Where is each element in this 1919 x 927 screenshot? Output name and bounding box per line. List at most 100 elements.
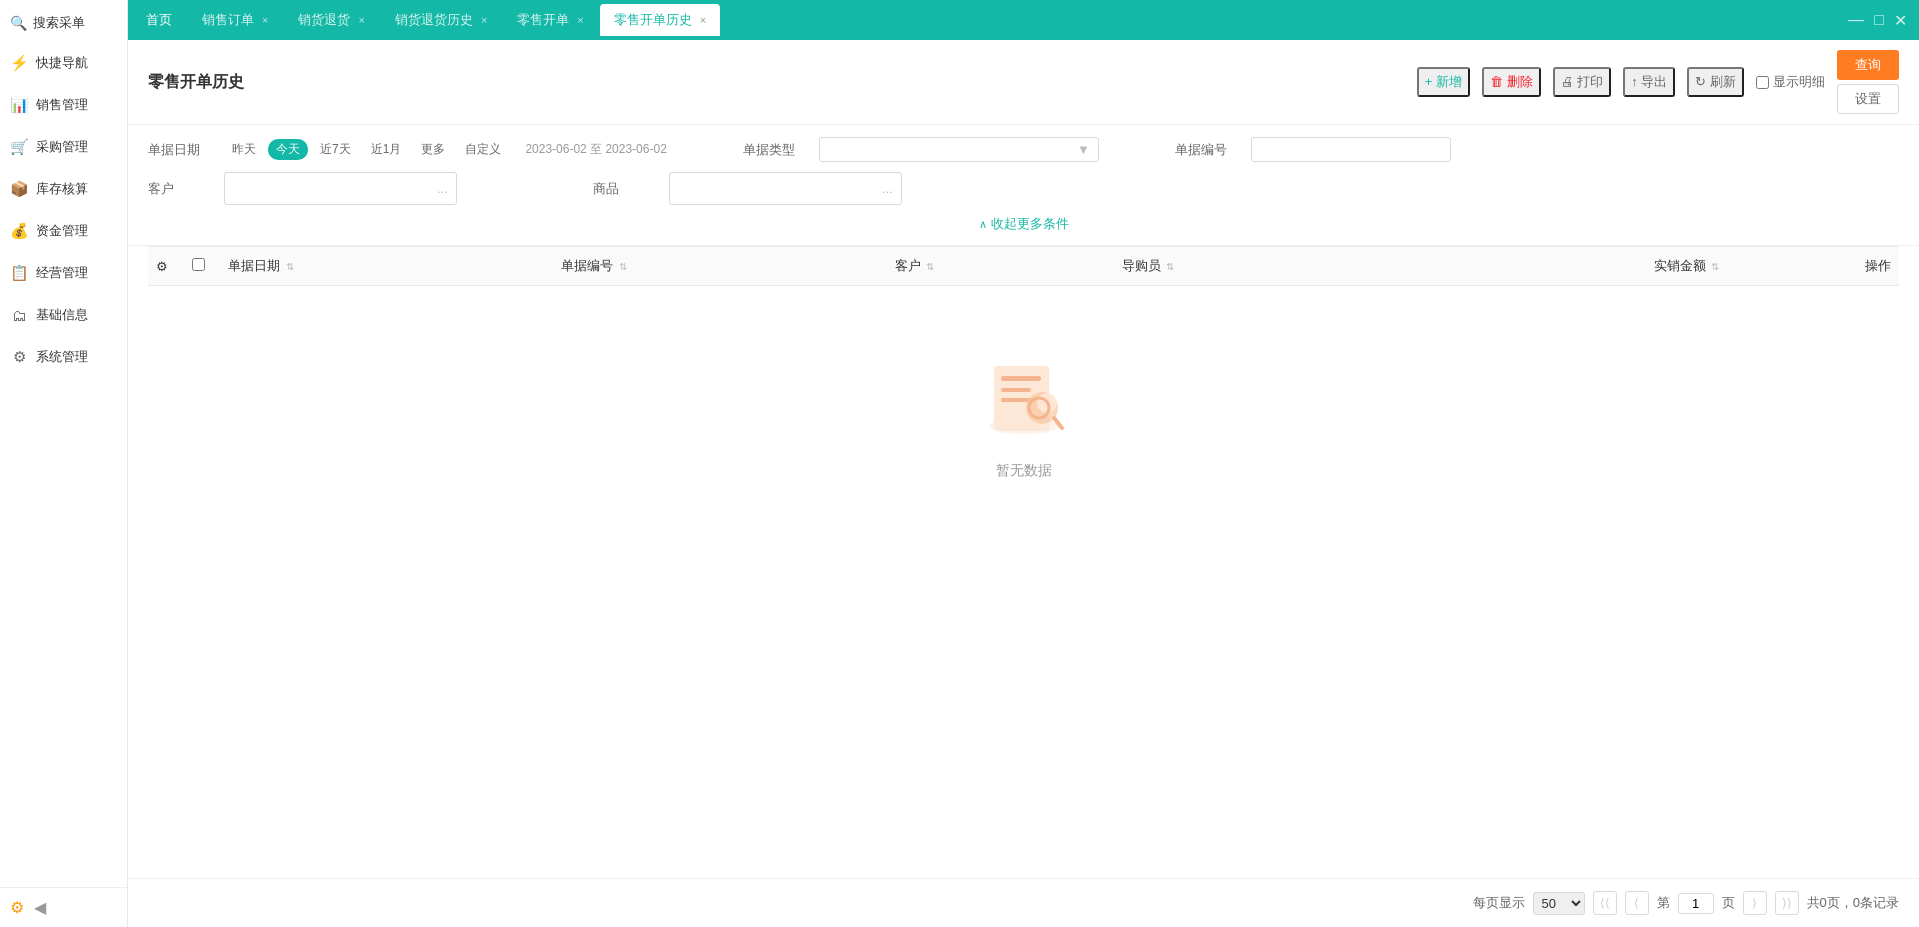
svg-rect-3 [1001, 388, 1031, 392]
customer-dots[interactable]: ... [437, 181, 448, 196]
sidebar-item-inventory[interactable]: 📦 库存核算 [0, 168, 127, 210]
settings-button[interactable]: 设置 [1837, 84, 1899, 114]
date-btn-today[interactable]: 今天 [268, 139, 308, 160]
last-page-btn[interactable]: ⟩⟩ [1775, 891, 1799, 915]
pagination: 每页显示 50 20 100 ⟨⟨ ⟨ 第 页 ⟩ ⟩⟩ 共0页，0条记录 [128, 878, 1919, 927]
date-btn-7days[interactable]: 近7天 [312, 139, 359, 160]
product-input[interactable] [678, 177, 878, 200]
col-ops: 操作 [1727, 247, 1899, 286]
doc-type-label: 单据类型 [743, 141, 803, 159]
tab-sales-order[interactable]: 销售订单 × [188, 4, 282, 36]
sort-date-icon: ⇅ [286, 261, 294, 272]
minimize-btn[interactable]: — [1848, 11, 1864, 29]
tab-retail-history-close[interactable]: × [700, 14, 706, 26]
basic-info-icon: 🗂 [10, 307, 28, 324]
tab-sales-order-label: 销售订单 [202, 11, 254, 29]
table-area: ⚙ 单据日期 ⇅ 单据编号 ⇅ 客户 [128, 246, 1919, 878]
table-check-col[interactable] [184, 247, 220, 286]
customer-input[interactable] [233, 177, 433, 200]
sidebar-item-sys-mgmt[interactable]: ⚙ 系统管理 [0, 336, 127, 378]
collapse-label: 收起更多条件 [991, 215, 1069, 233]
doc-no-label: 单据编号 [1175, 141, 1235, 159]
filter-area: 单据日期 昨天 今天 近7天 近1月 更多 自定义 2023-06-02 至 2… [128, 125, 1919, 246]
doc-type-select[interactable]: ▼ [819, 137, 1099, 162]
content-area: 零售开单历史 + 新增 🗑 删除 🖨 打印 ↑ 导出 ↻ 刷新 显示明细 查询 … [128, 40, 1919, 927]
first-page-btn[interactable]: ⟨⟨ [1593, 891, 1617, 915]
sidebar-item-label: 基础信息 [36, 306, 88, 324]
sales-mgmt-icon: 📊 [10, 96, 28, 114]
tabbar: 首页 销售订单 × 销货退货 × 销货退货历史 × 零售开单 × 零售开单历史 … [128, 0, 1919, 40]
page-input[interactable] [1678, 893, 1714, 914]
page-header: 零售开单历史 + 新增 🗑 删除 🖨 打印 ↑ 导出 ↻ 刷新 显示明细 查询 … [128, 40, 1919, 125]
export-button[interactable]: ↑ 导出 [1623, 67, 1675, 97]
tab-sales-order-close[interactable]: × [262, 14, 268, 26]
tab-retail-history-label: 零售开单历史 [614, 11, 692, 29]
empty-icon [974, 346, 1074, 446]
date-label: 单据日期 [148, 141, 208, 159]
date-btn-more[interactable]: 更多 [413, 139, 453, 160]
toolbar: + 新增 🗑 删除 🖨 打印 ↑ 导出 ↻ 刷新 显示明细 查询 设置 [1417, 50, 1899, 114]
show-detail-checkbox[interactable]: 显示明细 [1756, 73, 1825, 91]
sort-customer-icon: ⇅ [926, 261, 934, 272]
search-menu-item[interactable]: 🔍 搜索采单 [0, 0, 127, 42]
settings-icon[interactable]: ⚙ [10, 898, 24, 917]
sidebar-item-basic-info[interactable]: 🗂 基础信息 [0, 294, 127, 336]
collapse-more[interactable]: ∧ 收起更多条件 [148, 215, 1899, 233]
tab-retail-history[interactable]: 零售开单历史 × [600, 4, 720, 36]
collapse-arrow-icon: ∧ [979, 218, 987, 231]
tab-sales-return-history-close[interactable]: × [481, 14, 487, 26]
tab-sales-return-history[interactable]: 销货退货历史 × [381, 4, 501, 36]
col-date[interactable]: 单据日期 ⇅ [220, 247, 553, 286]
sort-amount-icon: ⇅ [1711, 261, 1719, 272]
date-range: 2023-06-02 至 2023-06-02 [525, 141, 666, 158]
table-settings-col[interactable]: ⚙ [148, 247, 184, 286]
sidebar-item-ops-mgmt[interactable]: 📋 经营管理 [0, 252, 127, 294]
sidebar-item-label: 经营管理 [36, 264, 88, 282]
maximize-btn[interactable]: □ [1874, 11, 1884, 29]
tab-sales-return-history-label: 销货退货历史 [395, 11, 473, 29]
tab-retail-open-close[interactable]: × [577, 14, 583, 26]
delete-button[interactable]: 🗑 删除 [1482, 67, 1541, 97]
select-all-checkbox[interactable] [192, 258, 205, 271]
per-page-select[interactable]: 50 20 100 [1533, 892, 1585, 915]
sidebar-item-label: 系统管理 [36, 348, 88, 366]
product-dots[interactable]: ... [882, 181, 893, 196]
date-btn-yesterday[interactable]: 昨天 [224, 139, 264, 160]
quick-nav-icon: ⚡ [10, 54, 28, 72]
sidebar-item-label: 库存核算 [36, 180, 88, 198]
tab-sales-return[interactable]: 销货退货 × [284, 4, 378, 36]
collapse-sidebar-icon[interactable]: ◀ [34, 898, 46, 917]
sidebar-item-finance-mgmt[interactable]: 💰 资金管理 [0, 210, 127, 252]
query-button[interactable]: 查询 [1837, 50, 1899, 80]
main-area: 首页 销售订单 × 销货退货 × 销货退货历史 × 零售开单 × 零售开单历史 … [128, 0, 1919, 927]
refresh-button[interactable]: ↻ 刷新 [1687, 67, 1744, 97]
col-no[interactable]: 单据编号 ⇅ [553, 247, 886, 286]
doc-no-input[interactable] [1251, 137, 1451, 162]
tab-retail-open-label: 零售开单 [517, 11, 569, 29]
tab-home[interactable]: 首页 [132, 4, 186, 36]
product-label: 商品 [593, 180, 653, 198]
print-button[interactable]: 🖨 打印 [1553, 67, 1612, 97]
inventory-icon: 📦 [10, 180, 28, 198]
show-detail-input[interactable] [1756, 76, 1769, 89]
sidebar-item-purchase-mgmt[interactable]: 🛒 采购管理 [0, 126, 127, 168]
close-btn[interactable]: ✕ [1894, 11, 1907, 30]
sidebar-nav: ⚡ 快捷导航 📊 销售管理 🛒 采购管理 📦 库存核算 💰 资金管理 📋 经营管… [0, 42, 127, 887]
page-title: 零售开单历史 [148, 72, 244, 93]
next-page-btn[interactable]: ⟩ [1743, 891, 1767, 915]
col-salesperson[interactable]: 导购员 ⇅ [1114, 247, 1394, 286]
prev-page-btn[interactable]: ⟨ [1625, 891, 1649, 915]
sidebar-item-sales-mgmt[interactable]: 📊 销售管理 [0, 84, 127, 126]
sort-no-icon: ⇅ [619, 261, 627, 272]
add-button[interactable]: + 新增 [1417, 67, 1470, 97]
date-btn-custom[interactable]: 自定义 [457, 139, 509, 160]
tab-sales-return-close[interactable]: × [358, 14, 364, 26]
col-amount[interactable]: 实销金额 ⇅ [1394, 247, 1727, 286]
show-detail-label: 显示明细 [1773, 73, 1825, 91]
search-icon: 🔍 [10, 15, 27, 31]
sidebar-item-quick-nav[interactable]: ⚡ 快捷导航 [0, 42, 127, 84]
tab-retail-open[interactable]: 零售开单 × [503, 4, 597, 36]
date-btn-1month[interactable]: 近1月 [363, 139, 410, 160]
sidebar-item-label: 采购管理 [36, 138, 88, 156]
col-customer[interactable]: 客户 ⇅ [887, 247, 1114, 286]
